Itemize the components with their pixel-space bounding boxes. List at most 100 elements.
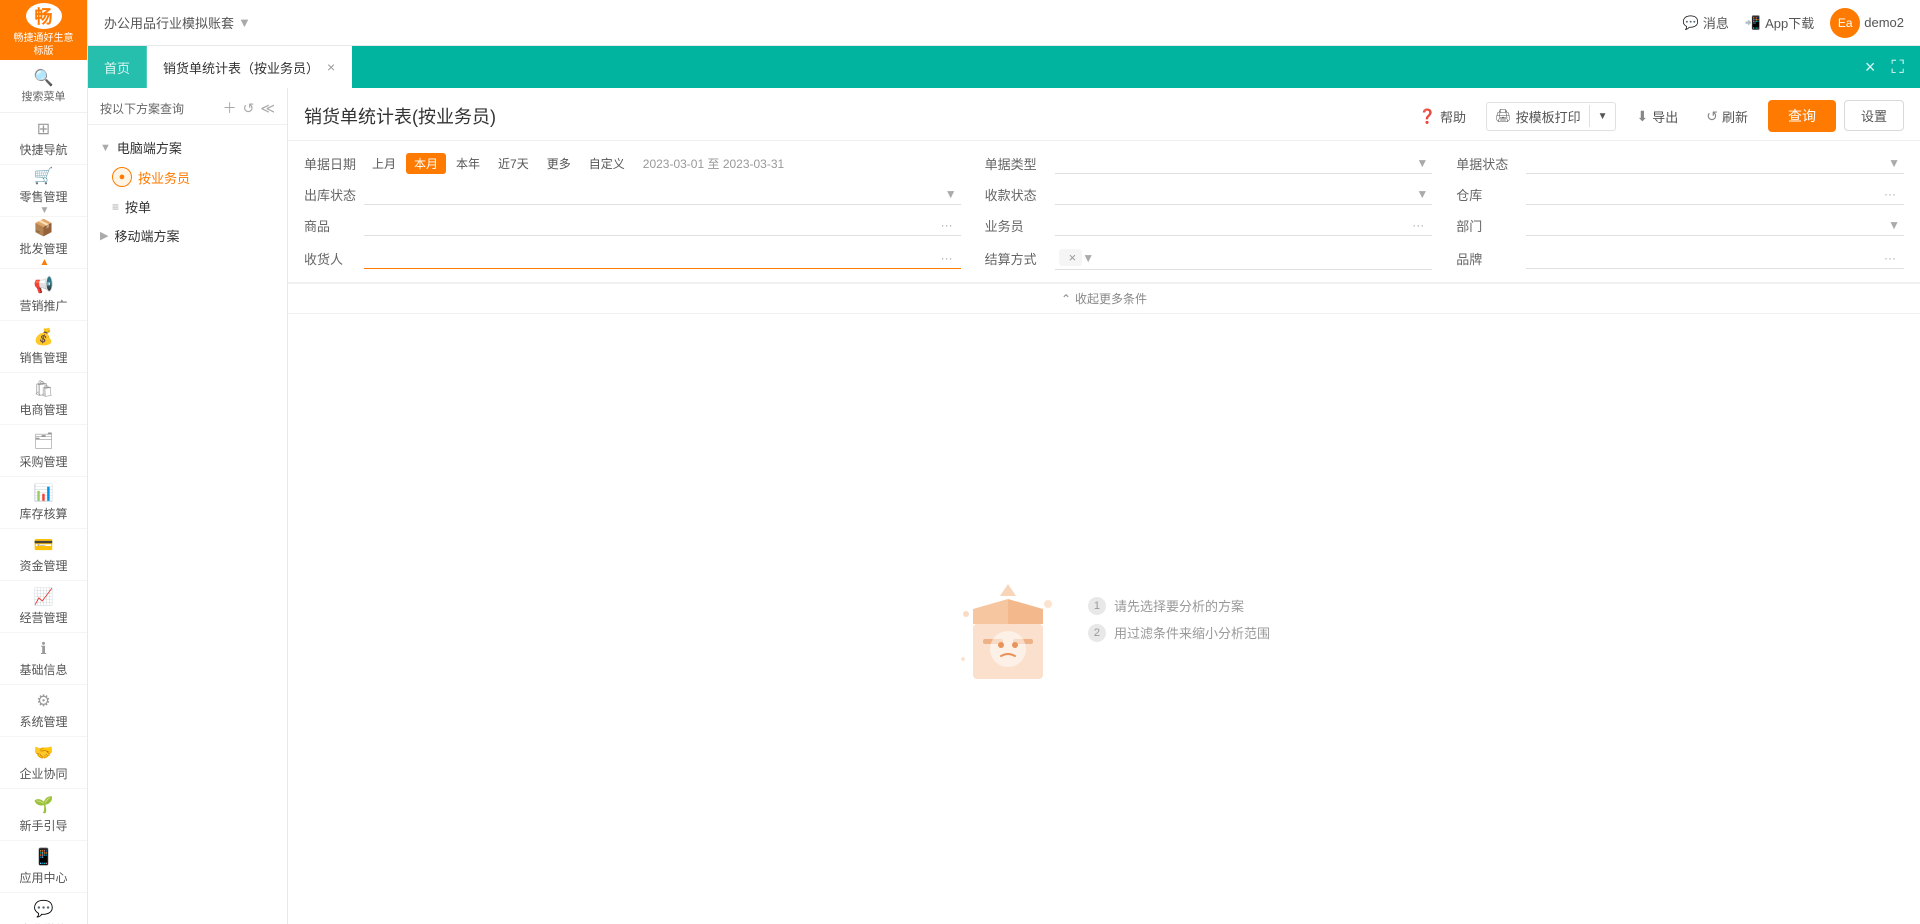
tree-item-salesperson[interactable]: ● 按业务员 <box>88 162 287 192</box>
sidebar-item-wechat[interactable]: 💬 企业微信 <box>0 893 87 924</box>
date-tab-7days[interactable]: 近7天 <box>490 153 537 174</box>
inventory-label: 库存核算 <box>19 505 67 522</box>
sidebar-item-appcenter[interactable]: 📱 应用中心 <box>0 841 87 893</box>
left-panel-title: 按以下方案查询 <box>100 100 184 117</box>
doctype-dropdown-icon: ▼ <box>1416 156 1428 170</box>
sidebar-item-basic[interactable]: ℹ 基础信息 <box>0 633 87 685</box>
sidebar-item-enterprise[interactable]: 🤝 企业协同 <box>0 737 87 789</box>
logo-icon: 畅 <box>26 3 62 29</box>
filter-brand-label: 品牌 <box>1456 249 1526 268</box>
tab-home[interactable]: 首页 <box>88 46 147 88</box>
search-icon: 🔍 <box>34 68 54 88</box>
top-bar-left: 办公用品行业模拟账套 ▼ <box>104 13 251 32</box>
plan-tree: ▼ 电脑端方案 ● 按业务员 ≡ 按单 ▶ 移动端方案 <box>88 125 287 258</box>
filter-warehouse-input[interactable]: ··· <box>1526 184 1904 205</box>
user-menu[interactable]: Ea demo2 <box>1830 8 1904 38</box>
download-button[interactable]: 📲 App下载 <box>1745 13 1814 32</box>
filter-outstatus-input[interactable]: ▼ <box>364 184 961 205</box>
print-chevron-icon: ▼ <box>1598 111 1608 122</box>
filter-docstatus-label: 单据状态 <box>1456 154 1526 173</box>
date-tab-thismonth[interactable]: 本月 <box>406 153 446 174</box>
page-title: 销货单统计表(按业务员) <box>304 103 496 129</box>
tree-group-pc[interactable]: ▼ 电脑端方案 <box>88 133 287 162</box>
quick-nav-label: 快捷导航 <box>19 141 67 158</box>
filter-collection-input[interactable]: ▼ <box>1055 184 1433 205</box>
tree-arrow-pc: ▼ <box>100 142 111 154</box>
collapse-bar[interactable]: ⌃ 收起更多条件 <box>288 283 1920 314</box>
left-panel-actions: ＋ ↺ ≪ <box>223 98 275 118</box>
filter-collection-label: 收款状态 <box>985 185 1055 204</box>
sidebar-item-ecommerce[interactable]: 🛍 电商管理 <box>0 373 87 425</box>
filter-date-field: 单据日期 上月 本月 本年 近7天 更多 自定义 2023-03-01 至 20… <box>304 153 961 174</box>
sidebar-item-marketing[interactable]: 📢 营销推广 <box>0 269 87 321</box>
tree-group-mobile[interactable]: ▶ 移动端方案 <box>88 221 287 250</box>
tab-maximize-button[interactable]: ⛶ <box>1883 57 1912 78</box>
filter-receiver-field: 收货人 ··· <box>304 248 961 269</box>
logo-text: 畅捷通好生意 标版 <box>14 32 74 58</box>
tip-num-2: 2 <box>1088 624 1106 642</box>
filter-dept-input[interactable]: ▼ <box>1526 215 1904 236</box>
appcenter-label: 应用中心 <box>19 869 67 886</box>
print-dropdown-button[interactable]: ▼ <box>1590 107 1616 126</box>
settlement-tag-close[interactable]: × <box>1069 250 1077 265</box>
sidebar-search-item[interactable]: 🔍 搜索菜单 <box>0 60 87 113</box>
empty-tips: 1 请先选择要分析的方案 2 用过滤条件来缩小分析范围 <box>1088 596 1270 642</box>
filter-goods-input[interactable]: ··· <box>364 215 961 236</box>
sidebar-item-sales[interactable]: 💰 销售管理 <box>0 321 87 373</box>
sidebar-quick-nav[interactable]: ⊞ 快捷导航 <box>0 113 87 165</box>
help-button[interactable]: ❓ 帮助 <box>1411 103 1474 130</box>
sidebar-item-purchase[interactable]: 🗂 采购管理 <box>0 425 87 477</box>
warehouse-more-icon: ··· <box>1884 187 1896 201</box>
detail-icon: ≡ <box>112 200 119 214</box>
tree-item-bill-label: 按单 <box>125 197 151 216</box>
tree-badge-salesperson: ● <box>112 167 132 187</box>
export-button[interactable]: ⬇ 导出 <box>1628 103 1686 130</box>
refresh-button[interactable]: ↺ 刷新 <box>1698 103 1756 130</box>
sidebar-item-operation[interactable]: 📈 经营管理 <box>0 581 87 633</box>
finance-icon: 💳 <box>34 535 54 555</box>
docstatus-dropdown-icon: ▼ <box>1888 156 1900 170</box>
date-tab-custom[interactable]: 自定义 <box>581 153 633 174</box>
date-tab-lastmonth[interactable]: 上月 <box>364 153 404 174</box>
sidebar-item-wholesale[interactable]: 📦 批发管理 ▲ <box>0 217 87 269</box>
date-tab-more[interactable]: 更多 <box>539 153 579 174</box>
appcenter-icon: 📱 <box>34 847 54 867</box>
avatar: Ea <box>1830 8 1860 38</box>
filter-goods-field: 商品 ··· <box>304 215 961 236</box>
filter-collection-field: 收款状态 ▼ <box>985 184 1433 205</box>
wholesale-icon: 📦 <box>34 218 54 238</box>
sidebar-item-inventory[interactable]: 📊 库存核算 <box>0 477 87 529</box>
filter-doctype-input[interactable]: ▼ <box>1055 153 1433 174</box>
tab-sales-stat[interactable]: 销货单统计表（按业务员） × <box>147 46 352 88</box>
filter-doctype-label: 单据类型 <box>985 154 1055 173</box>
filter-settlement-input[interactable]: × ▼ <box>1055 246 1433 270</box>
collapse-panel-button[interactable]: ≪ <box>260 100 275 117</box>
filter-brand-input[interactable]: ··· <box>1526 248 1904 269</box>
print-button[interactable]: 🖨 按模板打印 <box>1487 103 1589 130</box>
date-tab-thisyear[interactable]: 本年 <box>448 153 488 174</box>
add-plan-button[interactable]: ＋ <box>223 98 237 118</box>
tree-group-pc-label: 电脑端方案 <box>117 138 182 157</box>
sidebar-logo: 畅 畅捷通好生意 标版 <box>0 0 88 60</box>
enterprise-icon: 🤝 <box>34 743 54 763</box>
sidebar-item-retail[interactable]: 🛒 零售管理 ▼ <box>0 165 87 217</box>
tab-close-icon[interactable]: × <box>327 59 335 75</box>
filter-date-label: 单据日期 <box>304 154 364 173</box>
message-button[interactable]: 💬 消息 <box>1683 13 1729 32</box>
filter-receiver-label: 收货人 <box>304 249 364 268</box>
refresh-plan-button[interactable]: ↺ <box>243 100 255 117</box>
filter-salesperson-input[interactable]: ··· <box>1055 215 1433 236</box>
sidebar-item-newbie[interactable]: 🌱 新手引导 <box>0 789 87 841</box>
filter-docstatus-input[interactable]: ▼ <box>1526 153 1904 174</box>
sidebar-item-system[interactable]: ⚙ 系统管理 <box>0 685 87 737</box>
filter-goods-label: 商品 <box>304 216 364 235</box>
filter-receiver-input[interactable]: ··· <box>364 248 961 269</box>
tree-item-bill[interactable]: ≡ 按单 <box>88 192 287 221</box>
wechat-icon: 💬 <box>34 899 54 919</box>
query-button[interactable]: 查询 <box>1768 100 1836 132</box>
app-selector[interactable]: 办公用品行业模拟账套 ▼ <box>104 13 251 32</box>
sidebar-item-finance[interactable]: 💳 资金管理 <box>0 529 87 581</box>
tab-close-all-button[interactable]: × <box>1857 57 1884 78</box>
ecommerce-icon: 🛍 <box>33 379 53 399</box>
settings-button[interactable]: 设置 <box>1844 100 1904 131</box>
